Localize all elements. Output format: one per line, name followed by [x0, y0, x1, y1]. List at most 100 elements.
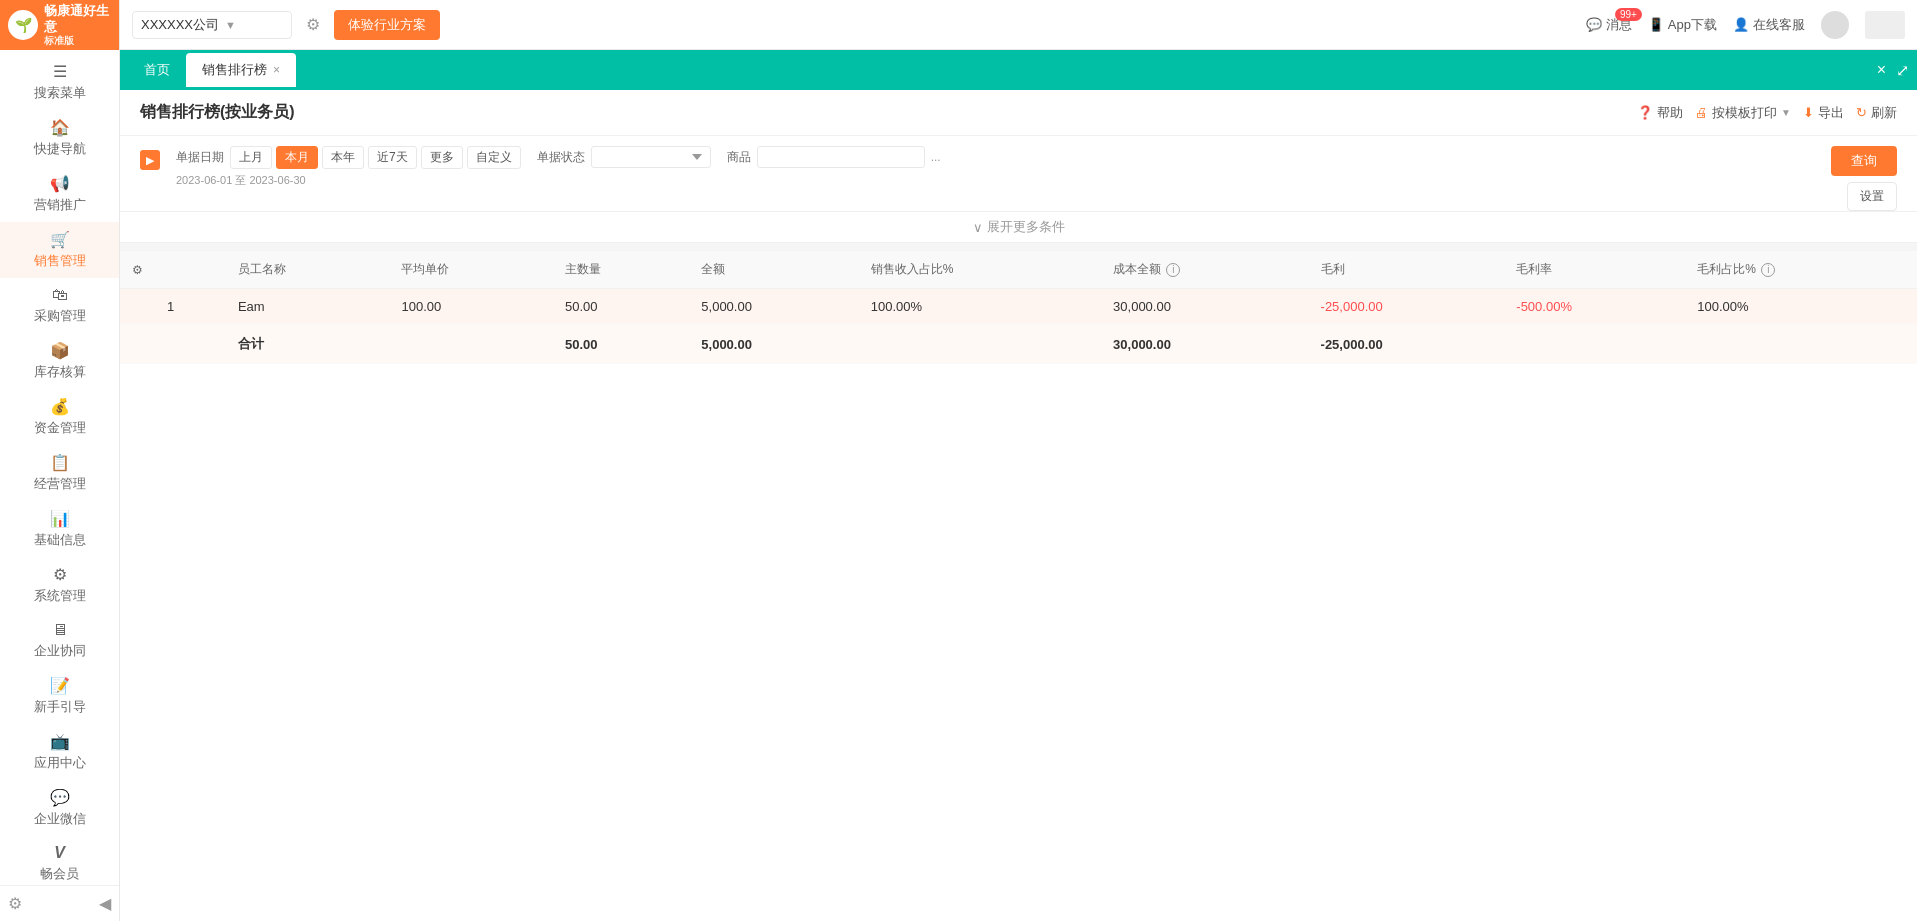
export-button[interactable]: ⬇ 导出 — [1803, 104, 1844, 122]
online-service-action[interactable]: 👤 在线客服 — [1733, 16, 1805, 34]
sidebar-item-label: 畅会员 — [40, 865, 79, 883]
sidebar-item-label: 应用中心 — [34, 754, 86, 772]
sidebar-item-sales[interactable]: 🛒 销售管理 — [0, 222, 119, 278]
sidebar-item-label: 经营管理 — [34, 475, 86, 493]
app-download-action[interactable]: 📱 App下载 — [1648, 16, 1717, 34]
td-cost: 30,000.00 — [1101, 289, 1308, 325]
th-gross: 毛利 — [1309, 251, 1505, 289]
tab-sales-ranking-label: 销售排行榜 — [202, 61, 267, 79]
date-filter-label: 单据日期 — [176, 149, 224, 166]
date-btn-last-month[interactable]: 上月 — [230, 146, 272, 169]
th-sales-pct: 销售收入占比% — [859, 251, 1101, 289]
query-button[interactable]: 查询 — [1831, 146, 1897, 176]
settings-text-button[interactable]: 设置 — [1847, 182, 1897, 211]
sidebar-item-label: 基础信息 — [34, 531, 86, 549]
sidebar-item-system[interactable]: ⚙ 系统管理 — [0, 557, 119, 613]
sidebar-item-label: 资金管理 — [34, 419, 86, 437]
user-avatar[interactable] — [1821, 11, 1849, 39]
message-action[interactable]: 💬 消息 99+ — [1586, 16, 1632, 34]
message-badge: 99+ — [1615, 8, 1642, 21]
sidebar-item-enterprise-wechat[interactable]: 💬 企业微信 — [0, 780, 119, 836]
company-settings-icon[interactable]: ⚙ — [302, 11, 324, 38]
sidebar-item-quick-nav[interactable]: 🏠 快捷导航 — [0, 110, 119, 166]
goods-input[interactable] — [757, 146, 925, 168]
footer-sales-pct — [859, 325, 1101, 364]
sidebar-item-basic[interactable]: 📊 基础信息 — [0, 501, 119, 557]
filter-arrow-btn[interactable]: ▶ — [140, 150, 160, 170]
td-gross-pct: 100.00% — [1685, 289, 1917, 325]
online-service-label: 在线客服 — [1753, 16, 1805, 34]
marketing-icon: 📢 — [50, 174, 70, 193]
topbar: XXXXXX公司 ▼ ⚙ 体验行业方案 💬 消息 99+ 📱 App下载 👤 在… — [120, 0, 1917, 50]
date-btn-current-year[interactable]: 本年 — [322, 146, 364, 169]
main-area: XXXXXX公司 ▼ ⚙ 体验行业方案 💬 消息 99+ 📱 App下载 👤 在… — [120, 0, 1917, 921]
sidebar-bottom: ⚙ ◀ — [0, 885, 119, 921]
content-area: 销售排行榜(按业务员) ❓ 帮助 🖨 按模板打印 ▼ ⬇ 导出 ↻ 刷新 — [120, 90, 1917, 921]
cost-info-icon[interactable]: i — [1166, 263, 1180, 277]
status-filter: 单据状态 — [537, 146, 711, 168]
logo-text: 畅康通好生意 标准版 — [44, 3, 111, 46]
page-title: 销售排行榜(按业务员) — [140, 102, 295, 135]
tab-home[interactable]: 首页 — [128, 53, 186, 87]
print-button[interactable]: 🖨 按模板打印 ▼ — [1695, 104, 1791, 122]
footer-row: 合计 50.00 5,000.00 30,000.00 -25,000.00 — [120, 325, 1917, 364]
inventory-icon: 📦 — [50, 341, 70, 360]
trial-button[interactable]: 体验行业方案 — [334, 10, 440, 40]
sidebar-item-label: 采购管理 — [34, 307, 86, 325]
user-name-placeholder[interactable] — [1865, 11, 1905, 39]
goods-more-icon[interactable]: ... — [931, 150, 941, 164]
tabbar-right: × ⤢ — [1877, 61, 1909, 80]
status-filter-label: 单据状态 — [537, 149, 585, 166]
th-gross-pct: 毛利占比% i — [1685, 251, 1917, 289]
sidebar-item-marketing[interactable]: 📢 营销推广 — [0, 166, 119, 222]
expand-label: 展开更多条件 — [987, 218, 1065, 236]
footer-gross: -25,000.00 — [1309, 325, 1505, 364]
table-footer: 合计 50.00 5,000.00 30,000.00 -25,000.00 — [120, 325, 1917, 364]
app-download-label: App下载 — [1668, 16, 1717, 34]
th-gear[interactable]: ⚙ — [120, 251, 155, 289]
tab-close-icon[interactable]: × — [273, 63, 280, 77]
sidebar-item-search[interactable]: ☰ 搜索菜单 — [0, 54, 119, 110]
tab-home-label: 首页 — [144, 61, 170, 79]
table-header-row: ⚙ 员工名称 平均单价 主数量 全额 销售收入占比% 成本全额 i 毛利 毛利率 — [120, 251, 1917, 289]
expand-more-btn[interactable]: ∨ 展开更多条件 — [973, 218, 1065, 236]
sidebar-settings-btn[interactable]: ⚙ — [8, 894, 22, 913]
tab-close-all-icon[interactable]: × — [1877, 61, 1886, 80]
sidebar-item-member[interactable]: V 畅会员 — [0, 836, 119, 885]
date-btn-7days[interactable]: 近7天 — [368, 146, 417, 169]
date-btn-custom[interactable]: 自定义 — [467, 146, 521, 169]
td-employee: Eam — [226, 289, 390, 325]
logo-sub: 标准版 — [44, 35, 111, 47]
status-select[interactable] — [591, 146, 711, 168]
basic-icon: 📊 — [50, 509, 70, 528]
sidebar-item-capital[interactable]: 💰 资金管理 — [0, 389, 119, 445]
sidebar-item-guide[interactable]: 📝 新手引导 — [0, 668, 119, 724]
guide-icon: 📝 — [50, 676, 70, 695]
th-amount: 全额 — [689, 251, 858, 289]
company-selector[interactable]: XXXXXX公司 ▼ — [132, 11, 292, 39]
message-icon: 💬 — [1586, 17, 1602, 32]
th-rank — [155, 251, 226, 289]
td-amount: 5,000.00 — [689, 289, 858, 325]
sidebar-item-purchase[interactable]: 🛍 采购管理 — [0, 278, 119, 333]
sidebar-item-operation[interactable]: 📋 经营管理 — [0, 445, 119, 501]
th-gross-rate: 毛利率 — [1504, 251, 1685, 289]
td-rank: 1 — [155, 289, 226, 325]
topbar-right: 💬 消息 99+ 📱 App下载 👤 在线客服 — [1586, 11, 1905, 39]
sidebar-item-inventory[interactable]: 📦 库存核算 — [0, 333, 119, 389]
date-btn-current-month[interactable]: 本月 — [276, 146, 318, 169]
tab-sales-ranking[interactable]: 销售排行榜 × — [186, 53, 296, 87]
refresh-button[interactable]: ↻ 刷新 — [1856, 104, 1897, 122]
footer-amount: 5,000.00 — [689, 325, 858, 364]
sidebar-nav: ☰ 搜索菜单 🏠 快捷导航 📢 营销推广 🛒 销售管理 🛍 采购管理 📦 库存核… — [0, 50, 119, 885]
td-avg-price: 100.00 — [389, 289, 553, 325]
operation-icon: 📋 — [50, 453, 70, 472]
sidebar-collapse-btn[interactable]: ◀ — [99, 894, 111, 913]
search-menu-icon: ☰ — [53, 62, 67, 81]
gross-pct-info-icon[interactable]: i — [1761, 263, 1775, 277]
date-btn-more[interactable]: 更多 — [421, 146, 463, 169]
help-button[interactable]: ❓ 帮助 — [1637, 104, 1683, 122]
sidebar-item-enterprise-collab[interactable]: 🖥 企业协同 — [0, 613, 119, 668]
tab-expand-icon[interactable]: ⤢ — [1896, 61, 1909, 80]
sidebar-item-app-center[interactable]: 📺 应用中心 — [0, 724, 119, 780]
